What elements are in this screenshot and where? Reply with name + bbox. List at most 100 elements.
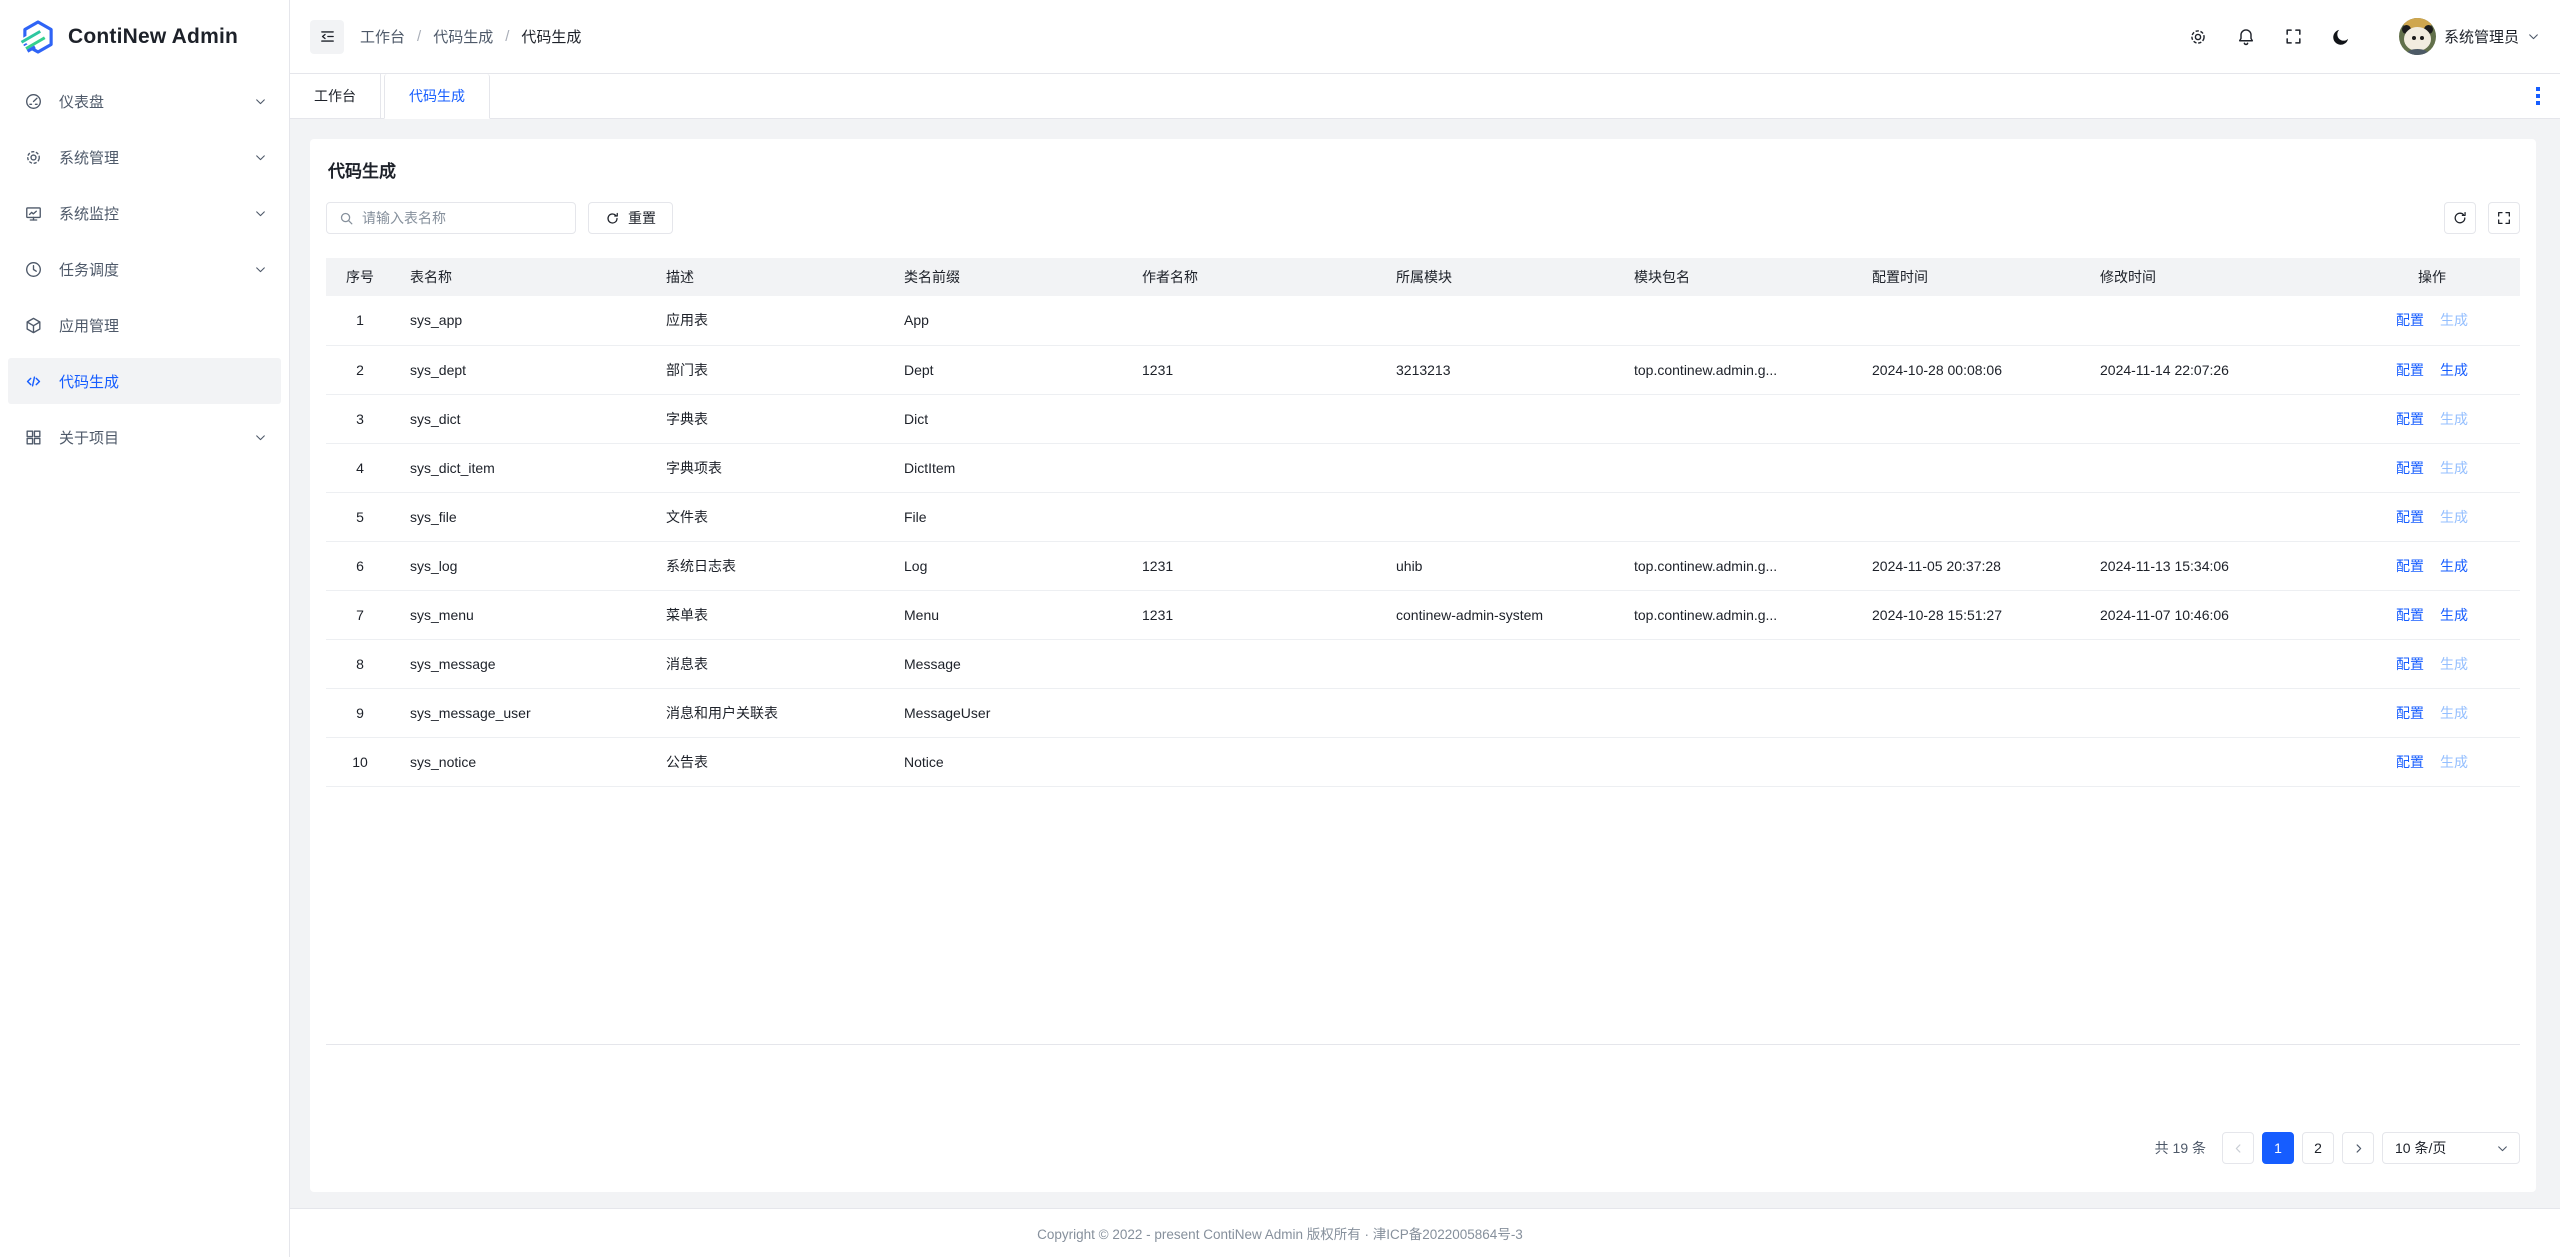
settings-button[interactable] xyxy=(2188,27,2208,47)
sidebar-item-label: 关于项目 xyxy=(59,427,238,448)
configure-link[interactable]: 配置 xyxy=(2396,754,2424,770)
refresh-icon xyxy=(605,211,620,226)
cube-icon xyxy=(24,316,43,335)
breadcrumb-separator: / xyxy=(505,28,509,45)
fullscreen-icon xyxy=(2284,27,2303,46)
sidebar-item-app-management[interactable]: 应用管理 xyxy=(8,302,281,348)
cell-actions: 配置生成 xyxy=(2344,296,2520,345)
sidebar-item-task-scheduler[interactable]: 任务调度 xyxy=(8,246,281,292)
configure-link[interactable]: 配置 xyxy=(2396,509,2424,525)
cell-name: sys_message xyxy=(394,639,650,688)
cell-config_time: 2024-11-05 20:37:28 xyxy=(1856,541,2084,590)
cell-desc: 应用表 xyxy=(650,296,888,345)
code-generation-card: 代码生成 xyxy=(310,139,2536,1192)
cell-update_time xyxy=(2084,492,2344,541)
chevron-right-icon xyxy=(2352,1142,2365,1155)
cell-prefix: Notice xyxy=(888,737,1126,786)
copyright-text: Copyright © 2022 - present ContiNew Admi… xyxy=(1037,1223,1523,1243)
cell-package: top.continew.admin.g... xyxy=(1618,590,1856,639)
footer: Copyright © 2022 - present ContiNew Admi… xyxy=(290,1208,2560,1257)
pagination-page-1[interactable]: 1 xyxy=(2262,1132,2294,1164)
clock-icon xyxy=(24,260,43,279)
chevron-down-icon xyxy=(254,431,267,444)
col-module: 所属模块 xyxy=(1380,258,1618,296)
moon-icon xyxy=(2331,27,2351,47)
sidebar-item-code-generation[interactable]: 代码生成 xyxy=(8,358,281,404)
pagination-next-button[interactable] xyxy=(2342,1132,2374,1164)
cell-actions: 配置生成 xyxy=(2344,492,2520,541)
configure-link[interactable]: 配置 xyxy=(2396,558,2424,574)
reset-button[interactable]: 重置 xyxy=(588,202,673,234)
pagination-page-2[interactable]: 2 xyxy=(2302,1132,2334,1164)
cell-desc: 字典表 xyxy=(650,394,888,443)
configure-link[interactable]: 配置 xyxy=(2396,312,2424,328)
page-title: 代码生成 xyxy=(328,157,2520,182)
dark-mode-button[interactable] xyxy=(2331,27,2351,47)
breadcrumb-separator: / xyxy=(417,28,421,45)
cell-author: 1231 xyxy=(1126,590,1380,639)
page-size-select[interactable]: 10 条/页 xyxy=(2382,1132,2520,1164)
cell-author xyxy=(1126,688,1380,737)
sidebar-item-label: 应用管理 xyxy=(59,315,267,336)
cell-author xyxy=(1126,639,1380,688)
menu-collapse-button[interactable] xyxy=(310,20,344,54)
cell-name: sys_message_user xyxy=(394,688,650,737)
sidebar-item-system-monitor[interactable]: 系统监控 xyxy=(8,190,281,236)
table-fullscreen-button[interactable] xyxy=(2488,202,2520,234)
configure-link[interactable]: 配置 xyxy=(2396,607,2424,623)
monitor-icon xyxy=(24,204,43,223)
cell-author xyxy=(1126,443,1380,492)
pagination-prev-button[interactable] xyxy=(2222,1132,2254,1164)
cell-config_time xyxy=(1856,688,2084,737)
table-refresh-button[interactable] xyxy=(2444,202,2476,234)
data-table-wrap: 序号 表名称 描述 类名前缀 作者名称 所属模块 模块包名 配置时间 修改时间 … xyxy=(326,258,2520,1045)
breadcrumb-item[interactable]: 工作台 xyxy=(360,26,405,47)
cell-actions: 配置生成 xyxy=(2344,639,2520,688)
cell-prefix: Dept xyxy=(888,345,1126,394)
cell-name: sys_menu xyxy=(394,590,650,639)
sidebar-item-system-management[interactable]: 系统管理 xyxy=(8,134,281,180)
more-vertical-icon xyxy=(2536,87,2540,105)
search-icon xyxy=(339,211,354,226)
sidebar-item-dashboard[interactable]: 仪表盘 xyxy=(8,78,281,124)
cell-desc: 系统日志表 xyxy=(650,541,888,590)
configure-link[interactable]: 配置 xyxy=(2396,460,2424,476)
configure-link[interactable]: 配置 xyxy=(2396,656,2424,672)
table-name-search-input[interactable] xyxy=(362,210,565,226)
bell-icon xyxy=(2236,27,2256,47)
tab-workbench[interactable]: 工作台 xyxy=(290,74,381,118)
generate-link[interactable]: 生成 xyxy=(2440,558,2468,574)
cell-prefix: Message xyxy=(888,639,1126,688)
tab-code-generation[interactable]: 代码生成 xyxy=(384,74,490,119)
generate-link: 生成 xyxy=(2440,312,2468,328)
notifications-button[interactable] xyxy=(2236,27,2256,47)
cell-prefix: DictItem xyxy=(888,443,1126,492)
sidebar-item-about-project[interactable]: 关于项目 xyxy=(8,414,281,460)
configure-link[interactable]: 配置 xyxy=(2396,362,2424,378)
configure-link[interactable]: 配置 xyxy=(2396,411,2424,427)
cell-desc: 消息表 xyxy=(650,639,888,688)
user-menu[interactable]: 系统管理员 xyxy=(2399,18,2540,55)
cell-no: 8 xyxy=(326,639,394,688)
cell-no: 9 xyxy=(326,688,394,737)
cell-package xyxy=(1618,394,1856,443)
cell-name: sys_notice xyxy=(394,737,650,786)
generate-link[interactable]: 生成 xyxy=(2440,607,2468,623)
generate-link[interactable]: 生成 xyxy=(2440,362,2468,378)
col-config-time: 配置时间 xyxy=(1856,258,2084,296)
configure-link[interactable]: 配置 xyxy=(2396,705,2424,721)
refresh-icon xyxy=(2452,210,2468,226)
breadcrumb-item[interactable]: 代码生成 xyxy=(433,26,493,47)
cell-desc: 菜单表 xyxy=(650,590,888,639)
cell-no: 2 xyxy=(326,345,394,394)
sidebar-item-label: 仪表盘 xyxy=(59,91,238,112)
cell-module: uhib xyxy=(1380,541,1618,590)
grid-icon xyxy=(24,428,43,447)
tab-more-button[interactable] xyxy=(2516,74,2560,118)
fullscreen-button[interactable] xyxy=(2284,27,2303,46)
table-tools xyxy=(2444,202,2520,234)
col-update-time: 修改时间 xyxy=(2084,258,2344,296)
col-author: 作者名称 xyxy=(1126,258,1380,296)
table-body: 1sys_app应用表App配置生成2sys_dept部门表Dept123132… xyxy=(326,296,2520,786)
cell-no: 4 xyxy=(326,443,394,492)
